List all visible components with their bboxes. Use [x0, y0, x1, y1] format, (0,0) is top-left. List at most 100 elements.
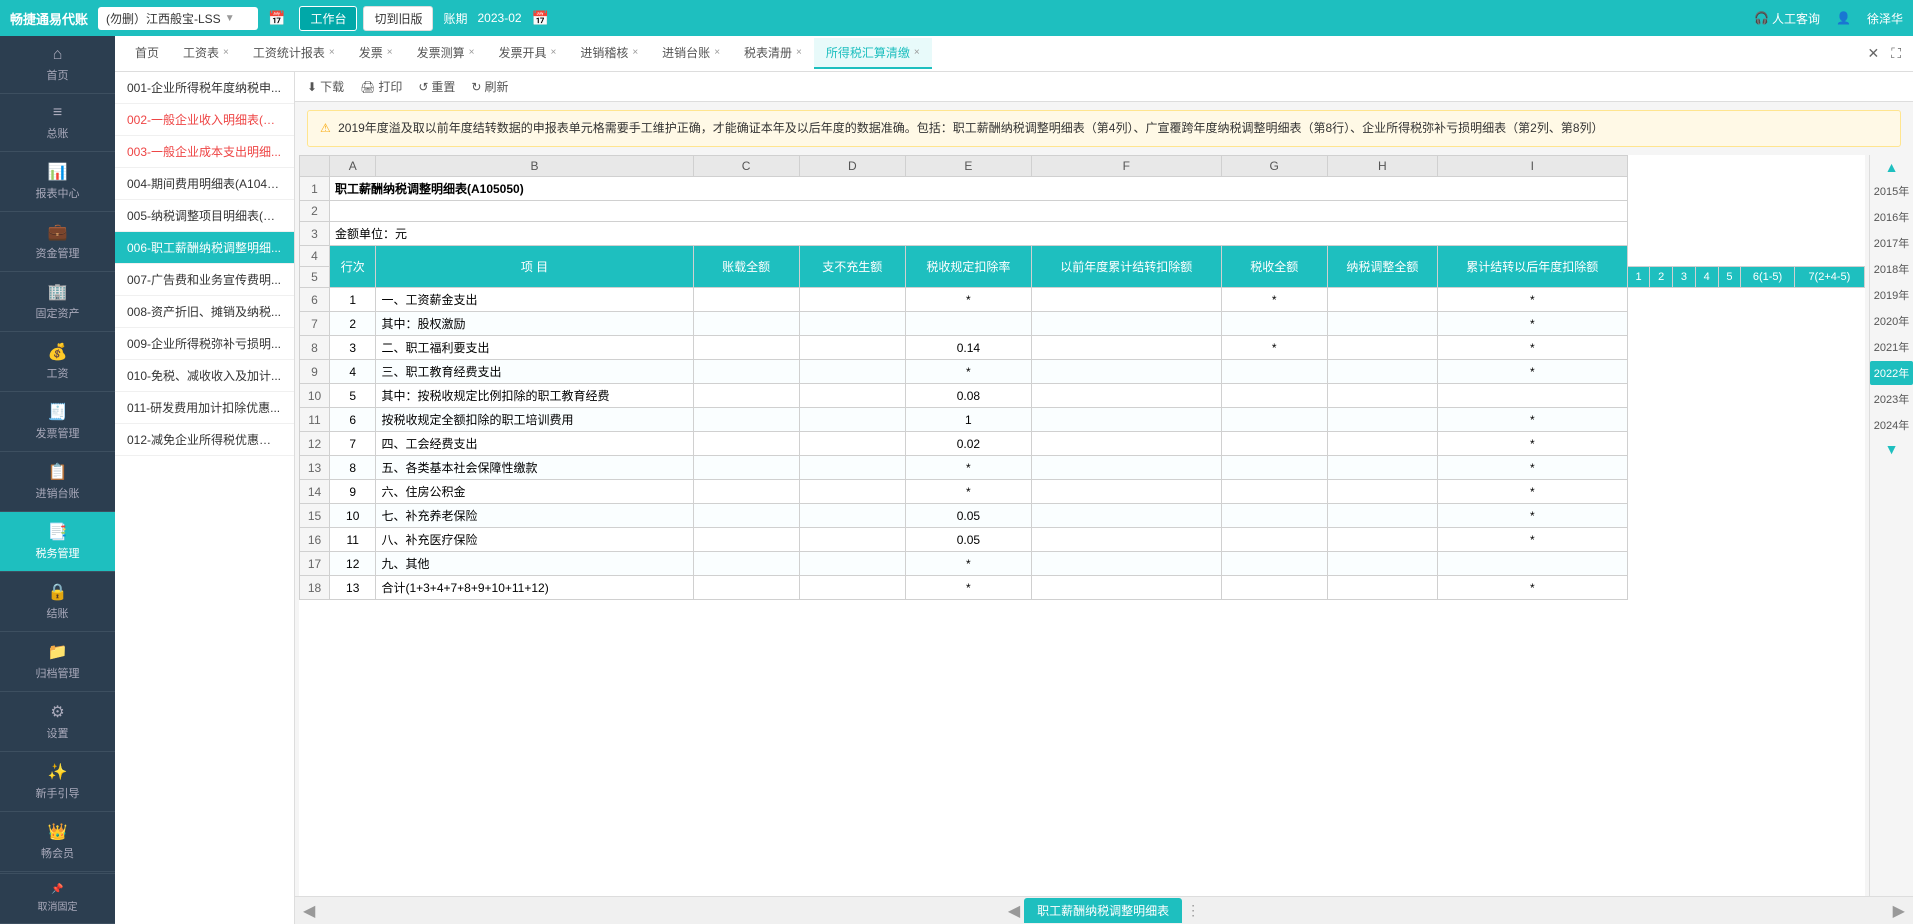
sidebar-item-guide[interactable]: ✨ 新手引导 [0, 752, 115, 812]
close-icon[interactable]: × [550, 47, 556, 58]
left-panel-item-005[interactable]: 005-纳税调整项目明细表(A1... [115, 200, 294, 232]
year-2019[interactable]: 2019年 [1870, 283, 1913, 307]
year-2015[interactable]: 2015年 [1870, 179, 1913, 203]
sidebar-item-invoice[interactable]: 🧾 发票管理 [0, 392, 115, 452]
tab-salary[interactable]: 工资表 × [171, 38, 241, 69]
tab-tax-list[interactable]: 税表清册 × [732, 38, 814, 69]
sidebar-item-label: 首页 [47, 67, 69, 83]
year-2021[interactable]: 2021年 [1870, 335, 1913, 359]
left-panel-item-007[interactable]: 007-广告费和业务宣传费明... [115, 264, 294, 296]
old-version-button[interactable]: 切到旧版 [363, 6, 433, 31]
sidebar-item-label: 设置 [47, 725, 69, 741]
sidebar-item-label: 畅会员 [41, 845, 74, 861]
download-button[interactable]: ⬇ 下载 [307, 78, 344, 95]
tab-invoice-calc[interactable]: 发票测算 × [405, 38, 487, 69]
th-book-total: 账载全额 [693, 246, 799, 288]
sidebar-item-assets[interactable]: 💼 资金管理 [0, 212, 115, 272]
close-all-tabs-button[interactable]: ✕ [1863, 43, 1883, 64]
close-icon[interactable]: × [469, 47, 475, 58]
scroll-right-button[interactable]: ▶ [1893, 901, 1905, 921]
th-sub-4: 4 [1695, 267, 1718, 288]
sidebar-item-fixed-assets[interactable]: 🏢 固定资产 [0, 272, 115, 332]
year-2024[interactable]: 2024年 [1870, 413, 1913, 437]
workspace-button[interactable]: 工作台 [299, 6, 357, 31]
scroll-down-arrow[interactable]: ▼ [1883, 439, 1901, 459]
close-icon[interactable]: × [632, 47, 638, 58]
sidebar-item-label: 新手引导 [36, 785, 80, 801]
left-panel-item-003[interactable]: 003-一般企业成本支出明细... [115, 136, 294, 168]
tab-actions: ✕ ⛶ [1863, 43, 1905, 64]
warning-banner: ⚠ 2019年度溢及取以前年度结转数据的申报表单元格需要手工维护正确，才能确证本… [307, 110, 1901, 147]
refresh-button[interactable]: ↻ 刷新 [471, 78, 508, 95]
close-icon[interactable]: × [914, 47, 920, 58]
sidebar: ⌂ 首页 ≡ 总账 📊 报表中心 💼 资金管理 🏢 固定资产 💰 工资 🧾 发票… [0, 36, 115, 924]
page-left-button[interactable]: ◀ [303, 901, 315, 921]
top-btn-group: 工作台 切到旧版 [299, 6, 433, 31]
left-panel-item-010[interactable]: 010-免税、减收收入及加计... [115, 360, 294, 392]
close-icon[interactable]: × [329, 47, 335, 58]
bottom-tab-salary[interactable]: 职工薪酬纳税调整明细表 [1024, 898, 1182, 923]
period-calendar-icon[interactable]: 📅 [532, 10, 549, 27]
year-2023[interactable]: 2023年 [1870, 387, 1913, 411]
page-right-button[interactable]: ◀ [1008, 901, 1020, 921]
calendar-icon: 📅 [268, 10, 285, 27]
reset-button[interactable]: ↺ 重置 [418, 78, 455, 95]
left-panel-item-002[interactable]: 002-一般企业收入明细表(A1... [115, 104, 294, 136]
fullscreen-button[interactable]: ⛶ [1887, 43, 1905, 64]
sidebar-item-settings[interactable]: ⚙ 设置 [0, 692, 115, 752]
sidebar-item-archive[interactable]: 📁 归档管理 [0, 632, 115, 692]
col-header-F: F [1031, 156, 1221, 177]
left-panel-item-006[interactable]: 006-职工薪酬纳税调整明细... [115, 232, 294, 264]
left-panel-item-001[interactable]: 001-企业所得税年度纳税申... [115, 72, 294, 104]
tab-purchase-ledger[interactable]: 进销台账 × [650, 38, 732, 69]
th-sub-5: 5 [1718, 267, 1741, 288]
tab-invoice-open[interactable]: 发票开具 × [486, 38, 568, 69]
sidebar-item-salary[interactable]: 💰 工资 [0, 332, 115, 392]
th-sub-3: 3 [1673, 267, 1696, 288]
year-2018[interactable]: 2018年 [1870, 257, 1913, 281]
year-2020[interactable]: 2020年 [1870, 309, 1913, 333]
tab-purchase-check[interactable]: 进销稽核 × [568, 38, 650, 69]
tab-income-tax[interactable]: 所得税汇算清缴 × [814, 38, 932, 69]
left-panel-item-004[interactable]: 004-期间费用明细表(A1040... [115, 168, 294, 200]
close-icon[interactable]: × [796, 47, 802, 58]
left-panel-item-008[interactable]: 008-资产折旧、摊销及纳税... [115, 296, 294, 328]
left-panel-item-009[interactable]: 009-企业所得税弥补亏损明... [115, 328, 294, 360]
close-icon[interactable]: × [223, 47, 229, 58]
table-container[interactable]: A B C D E F G H I [299, 155, 1865, 896]
year-2016[interactable]: 2016年 [1870, 205, 1913, 229]
col-header-I: I [1437, 156, 1627, 177]
company-selector[interactable]: (勿删）江西般宝-LSS ▼ [98, 7, 258, 30]
col-header-E: E [905, 156, 1031, 177]
year-2022[interactable]: 2022年 [1870, 361, 1913, 385]
support-button[interactable]: 🎧 人工客询 [1754, 10, 1820, 27]
close-icon[interactable]: × [714, 47, 720, 58]
company-name: (勿删）江西般宝-LSS [106, 10, 221, 27]
tab-salary-report[interactable]: 工资统计报表 × [241, 38, 347, 69]
row-num: 3 [300, 222, 330, 246]
tab-invoice[interactable]: 发票 × [347, 38, 405, 69]
row-num: 2 [300, 201, 330, 222]
sidebar-item-report[interactable]: 📊 报表中心 [0, 152, 115, 212]
sidebar-item-ledger[interactable]: ≡ 总账 [0, 94, 115, 152]
scroll-up-arrow[interactable]: ▲ [1883, 157, 1901, 177]
year-2017[interactable]: 2017年 [1870, 231, 1913, 255]
table-row: 2 [300, 201, 1865, 222]
close-icon[interactable]: × [387, 47, 393, 58]
tab-home[interactable]: 首页 [123, 38, 171, 69]
bottom-menu-dots[interactable]: ⋮ [1186, 902, 1200, 919]
col-header-rownum [300, 156, 330, 177]
sidebar-item-closing[interactable]: 🔒 结账 [0, 572, 115, 632]
sidebar-item-sales-ledger[interactable]: 📋 进销台账 [0, 452, 115, 512]
download-icon: ⬇ [307, 80, 317, 94]
sidebar-item-tax[interactable]: 📑 税务管理 [0, 512, 115, 572]
sidebar-item-member[interactable]: 👑 畅会员 [0, 812, 115, 872]
sidebar-unpin-button[interactable]: 📌 取消固定 [0, 874, 115, 924]
print-button[interactable]: 🖨 打印 [360, 78, 402, 95]
left-panel-item-011[interactable]: 011-研发费用加计扣除优惠... [115, 392, 294, 424]
table-row: 11 6 按税收规定全额扣除的职工培训费用 1 * [300, 408, 1865, 432]
home-icon: ⌂ [53, 46, 63, 64]
left-panel-item-012[interactable]: 012-减免企业所得税优惠明细... [115, 424, 294, 456]
bottom-tab-bar: ◀ ◀ 职工薪酬纳税调整明细表 ⋮ ▶ [295, 896, 1913, 924]
sidebar-item-home[interactable]: ⌂ 首页 [0, 36, 115, 94]
